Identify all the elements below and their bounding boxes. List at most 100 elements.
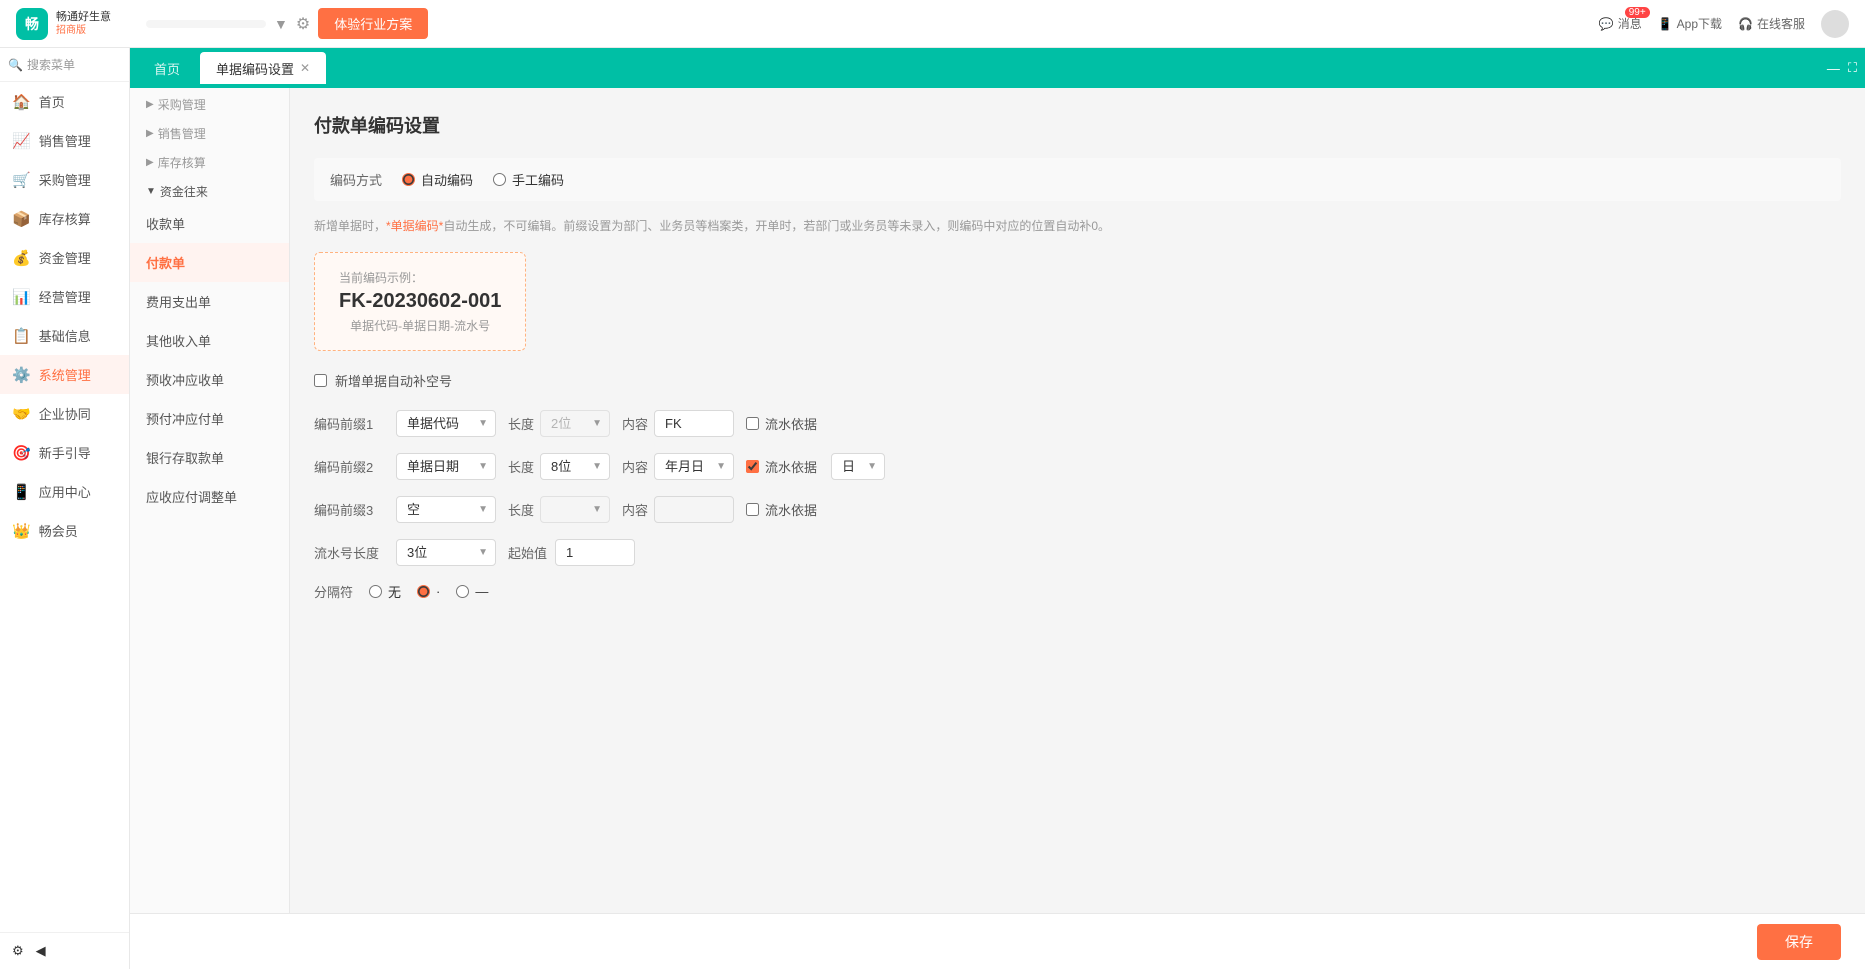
sidebar-item-member[interactable]: 👑 畅会员 — [0, 511, 129, 550]
sidebar-item-home[interactable]: 🏠 首页 — [0, 82, 129, 121]
prefix3-length-select[interactable] — [540, 496, 610, 523]
encode-method-row: 编码方式 自动编码 手工编码 — [314, 158, 1841, 201]
code-preview-value: FK-20230602-001 — [339, 290, 501, 313]
sub-nav: ▶ 采购管理 ▶ 销售管理 ▶ 库存核算 ▼ 资金往来 收款单 — [130, 88, 290, 913]
sidebar-item-apps[interactable]: 📱 应用中心 — [0, 472, 129, 511]
purchase-icon: 🛒 — [12, 171, 31, 189]
tab-close-button[interactable]: ✕ — [300, 61, 310, 75]
prefix3-content-group: 内容 — [622, 496, 734, 523]
top-header: 畅 畅通好生意 招商版 ▼ ⚙ 体验行业方案 💬 消息 99+ 📱 App下载 … — [0, 0, 1865, 48]
header-right: 💬 消息 99+ 📱 App下载 🎧 在线客服 — [1599, 10, 1849, 38]
messages-button[interactable]: 💬 消息 99+ — [1599, 15, 1642, 32]
home-icon: 🏠 — [12, 93, 31, 111]
serial-length-select-wrapper: 3位 ▼ — [396, 539, 496, 566]
prefix2-row: 编码前缀2 单据日期 ▼ 长度 8位 ▼ — [314, 453, 1841, 480]
settings-bottom-icon[interactable]: ⚙ — [12, 943, 24, 959]
sidebar: 🔍 搜索菜单 🏠 首页 📈 销售管理 🛒 采购管理 📦 库存核算 💰 资金管理 … — [0, 48, 130, 969]
prefix2-label: 编码前缀2 — [314, 457, 384, 476]
online-service-button[interactable]: 🎧 在线客服 — [1738, 15, 1805, 32]
sidebar-item-inventory[interactable]: 📦 库存核算 — [0, 199, 129, 238]
prefix2-content-select[interactable]: 年月日 — [654, 453, 734, 480]
save-button[interactable]: 保存 — [1757, 924, 1841, 960]
sub-nav-ar-ap-adjust[interactable]: 应收应付调整单 — [130, 477, 289, 516]
auto-fill-label[interactable]: 新增单据自动补空号 — [335, 371, 452, 390]
sidebar-item-sales[interactable]: 📈 销售管理 — [0, 121, 129, 160]
member-icon: 👑 — [12, 522, 31, 540]
sidebar-item-system[interactable]: ⚙️ 系统管理 — [0, 355, 129, 394]
code-preview-label: 当前编码示例： — [339, 269, 501, 286]
sidebar-item-operation[interactable]: 📊 经营管理 — [0, 277, 129, 316]
sep-dot-option[interactable]: · — [417, 584, 440, 599]
prefix2-length-select[interactable]: 8位 — [540, 453, 610, 480]
start-value-input[interactable] — [555, 539, 635, 566]
prefix3-select-wrapper: 空 ▼ — [396, 496, 496, 523]
sidebar-item-finance[interactable]: 💰 资金管理 — [0, 238, 129, 277]
manual-encode-option[interactable]: 手工编码 — [493, 170, 564, 189]
auto-encode-option[interactable]: 自动编码 — [402, 170, 473, 189]
prefix1-length-select[interactable]: 2位 — [540, 410, 610, 437]
sub-nav-pre-payment[interactable]: 预付冲应付单 — [130, 399, 289, 438]
basic-icon: 📋 — [12, 327, 31, 345]
operation-icon: 📊 — [12, 288, 31, 306]
prefix2-serial-checkbox[interactable] — [746, 460, 759, 473]
sub-nav-payment[interactable]: 付款单 — [130, 243, 289, 282]
main-area: 首页 单据编码设置 ✕ — ⛶ ▶ 采购管理 ▶ 销售管理 — [130, 48, 1865, 969]
serial-length-row: 流水号长度 3位 ▼ 起始值 — [314, 539, 1841, 566]
sub-nav-receipt[interactable]: 收款单 — [130, 204, 289, 243]
sub-nav-group-sales[interactable]: ▶ 销售管理 — [130, 117, 289, 146]
message-badge: 99+ — [1625, 7, 1650, 18]
separator-options: 无 · — — [369, 582, 488, 601]
sidebar-item-guide[interactable]: 🎯 新手引导 — [0, 433, 129, 472]
prefix3-length-group: 长度 ▼ — [508, 496, 610, 523]
chevron-right-icon2: ▶ — [146, 128, 154, 139]
tab-code-settings[interactable]: 单据编码设置 ✕ — [200, 52, 326, 84]
sidebar-item-purchase[interactable]: 🛒 采购管理 — [0, 160, 129, 199]
user-avatar[interactable] — [1821, 10, 1849, 38]
prefix3-row: 编码前缀3 空 ▼ 长度 ▼ — [314, 496, 1841, 523]
separator-label: 分隔符 — [314, 582, 353, 601]
header-gear-icon[interactable]: ⚙ — [296, 14, 310, 34]
tab-minimize-icon[interactable]: — — [1827, 61, 1840, 76]
sidebar-item-enterprise[interactable]: 🤝 企业协同 — [0, 394, 129, 433]
system-icon: ⚙️ — [12, 366, 31, 384]
prefix1-select[interactable]: 单据代码 — [396, 410, 496, 437]
trial-button[interactable]: 体验行业方案 — [318, 8, 428, 39]
sub-nav-bank-deposit[interactable]: 银行存取款单 — [130, 438, 289, 477]
app-download-button[interactable]: 📱 App下载 — [1658, 15, 1722, 32]
sep-none-radio[interactable] — [369, 585, 382, 598]
prefix3-content-input[interactable] — [654, 496, 734, 523]
sidebar-item-basic[interactable]: 📋 基础信息 — [0, 316, 129, 355]
sep-dash-radio[interactable] — [456, 585, 469, 598]
prefix1-length-group: 长度 2位 ▼ — [508, 410, 610, 437]
sep-dot-radio[interactable] — [417, 585, 430, 598]
prefix1-serial-checkbox[interactable] — [746, 417, 759, 430]
serial-length-select[interactable]: 3位 — [396, 539, 496, 566]
prefix3-serial-checkbox[interactable] — [746, 503, 759, 516]
sep-dash-option[interactable]: — — [456, 584, 488, 599]
logo-icon: 畅 — [16, 8, 48, 40]
sidebar-search[interactable]: 🔍 搜索菜单 — [0, 48, 129, 82]
sub-nav-group-finance[interactable]: ▼ 资金往来 — [130, 175, 289, 204]
chevron-down-icon: ▼ — [146, 186, 156, 197]
start-value-group: 起始值 — [508, 539, 635, 566]
tab-home[interactable]: 首页 — [138, 52, 196, 84]
service-icon: 🎧 — [1738, 17, 1753, 31]
prefix2-select[interactable]: 单据日期 — [396, 453, 496, 480]
prefix2-serial-unit-select[interactable]: 日 — [831, 453, 885, 480]
header-dropdown-arrow[interactable]: ▼ — [274, 16, 288, 32]
auto-encode-radio[interactable] — [402, 173, 415, 186]
collapse-icon[interactable]: ◀ — [36, 943, 46, 959]
sub-nav-expense[interactable]: 费用支出单 — [130, 282, 289, 321]
tab-maximize-icon[interactable]: ⛶ — [1848, 60, 1857, 76]
sub-nav-other-income[interactable]: 其他收入单 — [130, 321, 289, 360]
sep-none-option[interactable]: 无 — [369, 582, 401, 601]
prefix3-label: 编码前缀3 — [314, 500, 384, 519]
prefix3-select[interactable]: 空 — [396, 496, 496, 523]
sub-nav-group-purchase[interactable]: ▶ 采购管理 — [130, 88, 289, 117]
sub-nav-pre-receipt[interactable]: 预收冲应收单 — [130, 360, 289, 399]
auto-fill-checkbox[interactable] — [314, 374, 327, 387]
prefix1-content-input[interactable] — [654, 410, 734, 437]
manual-encode-radio[interactable] — [493, 173, 506, 186]
tab-bar-right: — ⛶ — [1827, 60, 1857, 76]
sub-nav-group-inventory[interactable]: ▶ 库存核算 — [130, 146, 289, 175]
